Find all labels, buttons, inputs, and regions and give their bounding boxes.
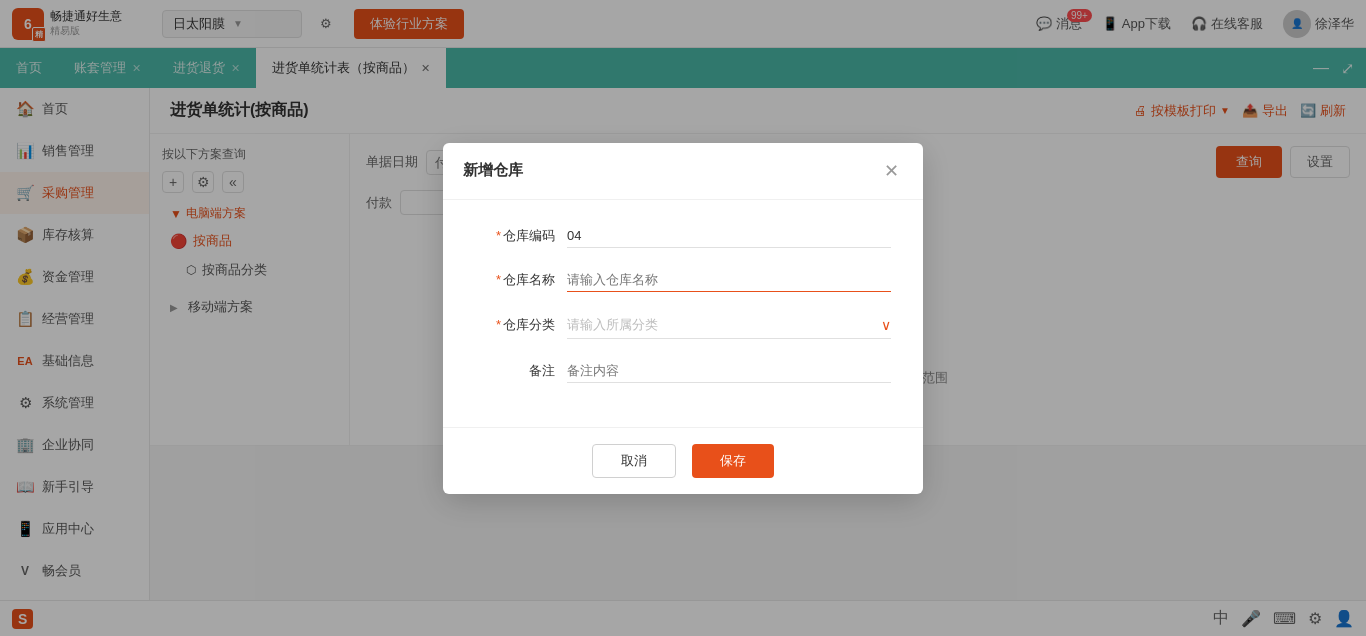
warehouse-category-select[interactable]: 请输入所属分类 ∨	[567, 312, 891, 339]
modal-header: 新增仓库 ✕	[443, 143, 923, 200]
modal-overlay: 新增仓库 ✕ *仓库编码 *仓库名称 *仓库分类	[0, 0, 1366, 636]
warehouse-code-row: *仓库编码	[475, 224, 891, 248]
category-placeholder: 请输入所属分类	[567, 316, 658, 334]
modal-close-btn[interactable]: ✕	[879, 159, 903, 183]
modal-title: 新增仓库	[463, 161, 523, 180]
new-warehouse-modal: 新增仓库 ✕ *仓库编码 *仓库名称 *仓库分类	[443, 143, 923, 494]
modal-footer: 取消 保存	[443, 427, 923, 494]
modal-body: *仓库编码 *仓库名称 *仓库分类 请输入所属分类 ∨	[443, 200, 923, 427]
warehouse-name-input[interactable]	[567, 268, 891, 292]
warehouse-note-label: 备注	[475, 362, 555, 380]
warehouse-name-label: *仓库名称	[475, 271, 555, 289]
cancel-button[interactable]: 取消	[592, 444, 676, 478]
warehouse-note-row: 备注	[475, 359, 891, 383]
warehouse-code-input[interactable]	[567, 224, 891, 248]
warehouse-code-label: *仓库编码	[475, 227, 555, 245]
warehouse-category-row: *仓库分类 请输入所属分类 ∨	[475, 312, 891, 339]
category-arrow-icon: ∨	[881, 317, 891, 333]
warehouse-name-row: *仓库名称	[475, 268, 891, 292]
save-button[interactable]: 保存	[692, 444, 774, 478]
warehouse-category-label: *仓库分类	[475, 316, 555, 334]
warehouse-note-input[interactable]	[567, 359, 891, 383]
